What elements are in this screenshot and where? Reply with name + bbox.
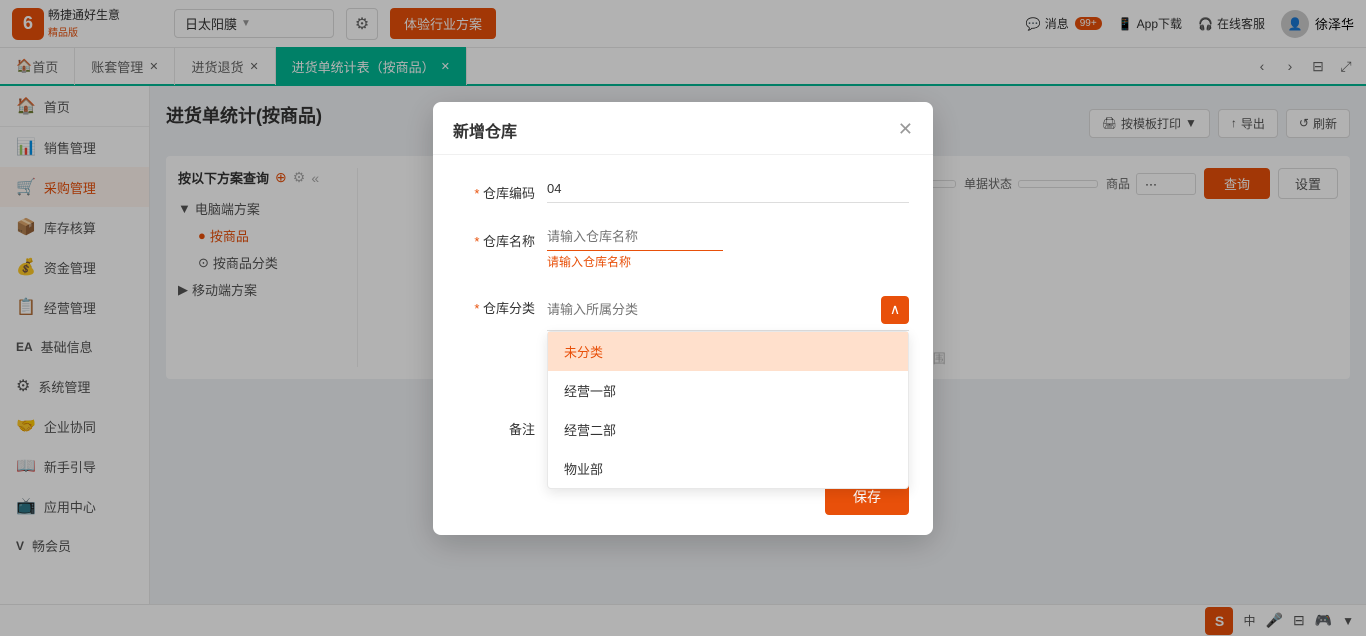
category-label: 仓库分类 xyxy=(457,290,547,317)
modal-overlay: 新增仓库 ✕ 仓库编码 仓库名称 请输入仓库名称 xyxy=(0,0,1366,636)
modal-header: 新增仓库 ✕ xyxy=(433,102,933,155)
code-label: 仓库编码 xyxy=(457,175,547,202)
dropdown-item-dept3[interactable]: 物业部 xyxy=(548,449,908,488)
category-dropdown: 未分类 经营一部 经营二部 物业部 xyxy=(547,331,909,489)
name-label: 仓库名称 xyxy=(457,223,547,250)
form-row-category: 仓库分类 ∧ 未分类 经营一部 xyxy=(457,290,909,331)
add-warehouse-modal: 新增仓库 ✕ 仓库编码 仓库名称 请输入仓库名称 xyxy=(433,102,933,535)
category-input-row: ∧ xyxy=(547,290,909,331)
modal-title: 新增仓库 xyxy=(453,118,517,142)
code-input[interactable] xyxy=(547,175,909,203)
modal-close-button[interactable]: ✕ xyxy=(898,119,913,140)
form-row-code: 仓库编码 xyxy=(457,175,909,203)
name-error-msg: 请输入仓库名称 xyxy=(547,253,723,270)
category-wrapper: ∧ 未分类 经营一部 经营二部 物业部 xyxy=(547,290,909,331)
dropdown-item-uncategorized[interactable]: 未分类 xyxy=(548,332,908,371)
dropdown-item-dept2[interactable]: 经营二部 xyxy=(548,410,908,449)
category-input[interactable] xyxy=(547,302,881,317)
category-toggle-button[interactable]: ∧ xyxy=(881,296,909,324)
note-label: 备注 xyxy=(457,411,547,438)
dropdown-item-dept1[interactable]: 经营一部 xyxy=(548,371,908,410)
modal-body: 仓库编码 仓库名称 请输入仓库名称 仓库分类 xyxy=(433,155,933,479)
name-input[interactable] xyxy=(547,223,723,251)
form-row-name: 仓库名称 请输入仓库名称 xyxy=(457,223,909,270)
